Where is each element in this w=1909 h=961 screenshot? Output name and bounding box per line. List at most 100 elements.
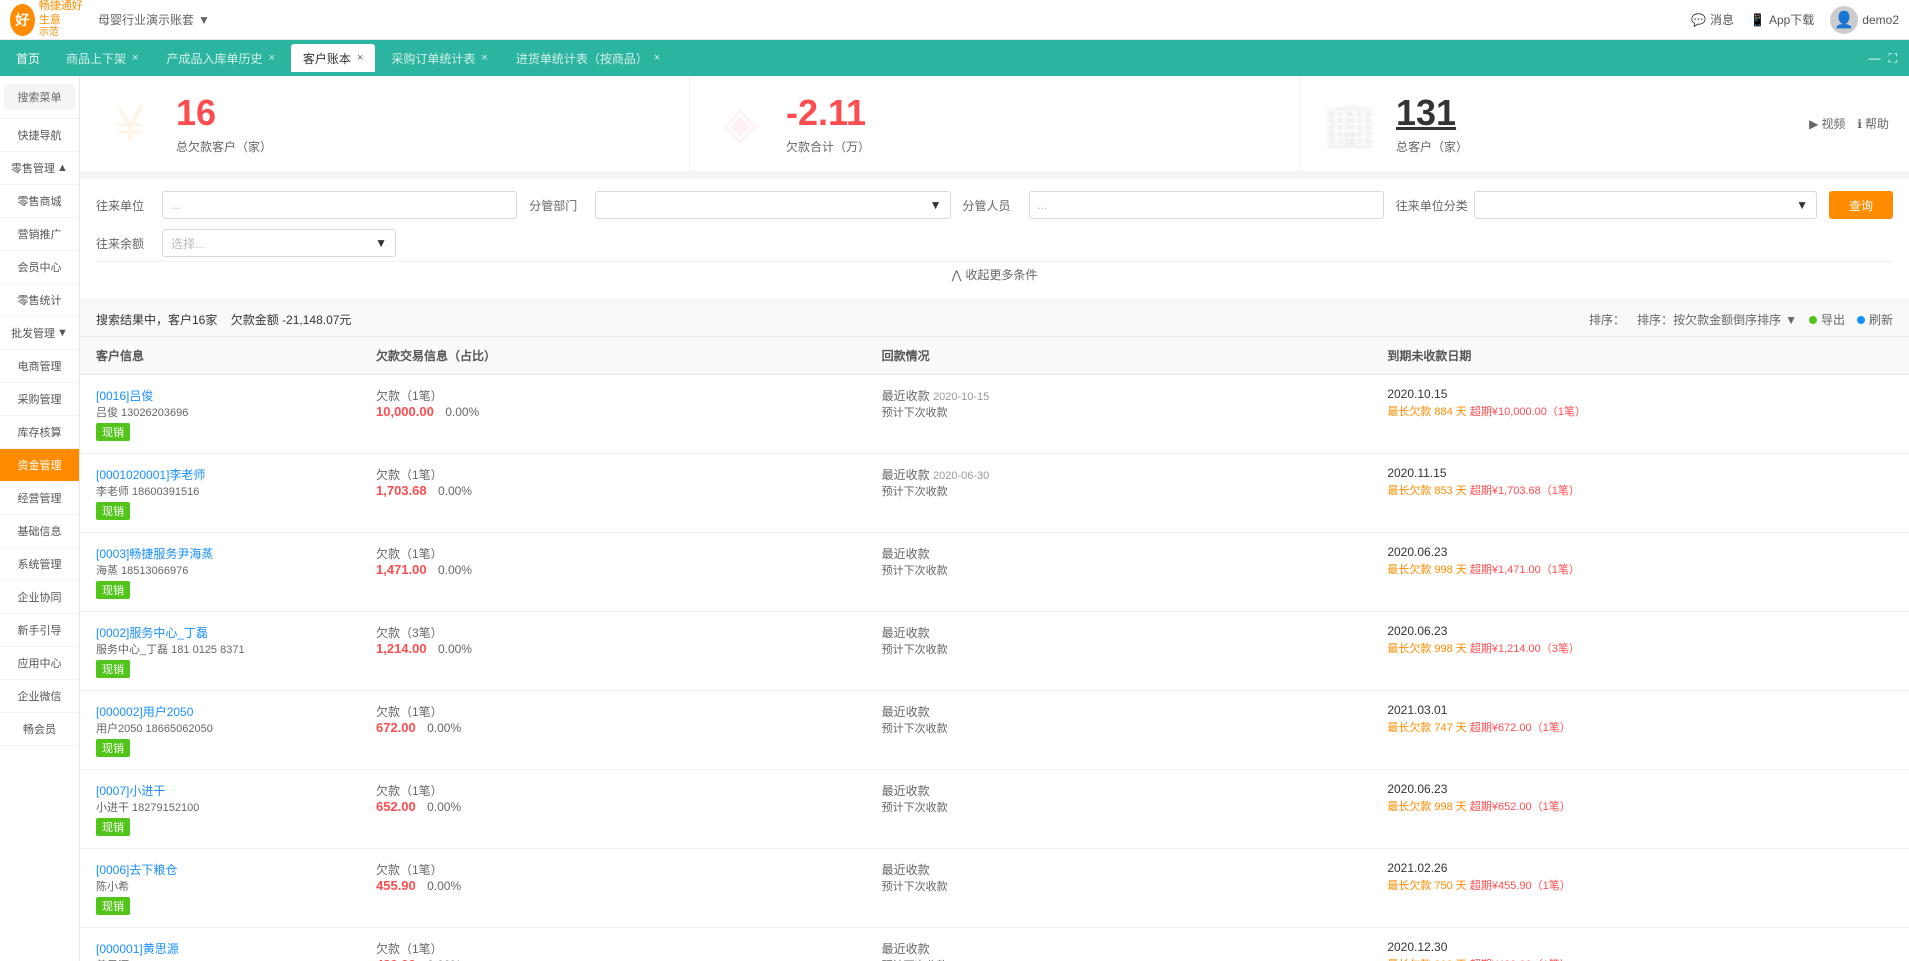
sidebar-item-member-center[interactable]: 会员中心 (0, 251, 79, 284)
sidebar-item-purchase-mgmt[interactable]: 采购管理 (0, 383, 79, 416)
export-btn[interactable]: 导出 (1809, 311, 1845, 328)
mobile-icon: 📱 (1750, 13, 1765, 27)
customer-name-1[interactable]: [0001020001]李老师 (96, 466, 376, 483)
user-menu[interactable]: 👤 demo2 (1830, 6, 1899, 34)
video-btn[interactable]: ▶ 视频 (1809, 115, 1845, 132)
help-icon: ℹ (1857, 117, 1862, 131)
overdue-link-0[interactable]: 超期¥10,000.00（1笔） (1470, 406, 1586, 418)
customer-name-0[interactable]: [0016]吕俊 (96, 387, 376, 404)
message-btn[interactable]: 💬 消息 (1691, 11, 1734, 28)
tab-close-3[interactable]: × (357, 52, 363, 64)
next-collect-3: 预计下次收款 (882, 641, 1388, 657)
overdue-link-5[interactable]: 超期¥652.00（1笔） (1470, 801, 1571, 813)
sidebar-search-area: 搜索菜单 (0, 76, 79, 119)
sidebar-item-retail-mgmt[interactable]: 零售管理 ▲ (0, 152, 79, 185)
tab-3-active[interactable]: 客户账本 × (291, 44, 375, 72)
debt-ratio-2: 0.00% (438, 563, 472, 577)
customer-name-5[interactable]: [0007]小进干 (96, 782, 376, 799)
tab-2[interactable]: 产成品入库单历史 × (154, 44, 286, 72)
system-selector[interactable]: 母婴行业演示账套 ▼ (98, 11, 210, 28)
help-btn[interactable]: ℹ 帮助 (1857, 115, 1889, 132)
sidebar-item-finance-mgmt[interactable]: 资金管理 (0, 449, 79, 482)
recent-collect-2: 最近收款 (882, 545, 1388, 562)
customer-name-6[interactable]: [0006]去下粮仓 (96, 861, 376, 878)
tab-bar-right: — ⛶ (1869, 51, 1905, 66)
tab-4[interactable]: 采购订单统计表 × (379, 44, 499, 72)
customer-tag-1: 现销 (96, 502, 130, 520)
overdue-days-7: 最长欠款 808 天 超期¥429.00（1笔） (1387, 956, 1893, 961)
sidebar-item-wholesale-mgmt[interactable]: 批发管理 ▼ (0, 317, 79, 350)
sidebar-item-beginner-guide[interactable]: 新手引导 (0, 614, 79, 647)
recent-collect-3: 最近收款 (882, 624, 1388, 641)
collapse-btn[interactable]: ⋀ 收起更多条件 (96, 261, 1893, 287)
overdue-link-6[interactable]: 超期¥455.90（1笔） (1470, 880, 1571, 892)
tab-home[interactable]: 首页 (4, 50, 52, 67)
overdue-days-0: 最长欠款 884 天 超期¥10,000.00（1笔） (1387, 403, 1893, 419)
debt-count-0: 欠款（1笔） (376, 387, 882, 404)
tab-close-5[interactable]: × (654, 52, 660, 64)
tab-expand-icon[interactable]: ⛶ (1889, 51, 1897, 66)
sidebar-item-enterprise-collab[interactable]: 企业协同 (0, 581, 79, 614)
customer-tag-3: 现销 (96, 660, 130, 678)
sidebar-item-system-mgmt[interactable]: 系统管理 (0, 548, 79, 581)
sidebar-item-quick-nav[interactable]: 快捷导航 (0, 119, 79, 152)
customer-name-7[interactable]: [000001]黄思源 (96, 940, 376, 957)
manager-input[interactable]: ... (1029, 191, 1384, 219)
results-info: 搜索结果中，客户16家 欠款金额 -21,148.07元 (96, 311, 351, 328)
tab-5[interactable]: 进货单统计表（按商品） × (504, 44, 672, 72)
filter-remain-label: 往来余额 (96, 235, 156, 252)
tab-close-2[interactable]: × (268, 52, 274, 64)
stat-info-1: 16 总欠款客户（家） (176, 92, 272, 155)
tab-close-1[interactable]: × (132, 52, 138, 64)
results-actions: 排序： 排序：按欠款金额倒序排序 ▼ 导出 刷新 (1589, 311, 1893, 328)
debt-count-3: 欠款（3笔） (376, 624, 882, 641)
debt-count-4: 欠款（1笔） (376, 703, 882, 720)
overdue-4: 2021.03.01 最长欠款 747 天 超期¥672.00（1笔） (1387, 703, 1893, 757)
refresh-btn[interactable]: 刷新 (1857, 311, 1893, 328)
sidebar-item-ecom-mgmt[interactable]: 电商管理 (0, 350, 79, 383)
tab-close-4[interactable]: × (481, 52, 487, 64)
overdue-3: 2020.06.23 最长欠款 998 天 超期¥1,214.00（3笔） (1387, 624, 1893, 678)
sort-select[interactable]: 排序：按欠款金额倒序排序 ▼ (1637, 311, 1797, 328)
sidebar-item-app-center[interactable]: 应用中心 (0, 647, 79, 680)
debt-amount-0: 10,000.00 (376, 404, 434, 419)
sidebar-item-basic-info[interactable]: 基础信息 (0, 515, 79, 548)
sidebar-item-inventory-accounting[interactable]: 库存核算 (0, 416, 79, 449)
sidebar-item-operations[interactable]: 经营管理 (0, 482, 79, 515)
search-menu-btn[interactable]: 搜索菜单 (4, 84, 75, 110)
remain-select[interactable]: 选择... ▼ (162, 229, 396, 257)
dept-select[interactable]: ▼ (595, 191, 950, 219)
overdue-link-2[interactable]: 超期¥1,471.00（1笔） (1470, 564, 1580, 576)
overdue-days-6: 最长欠款 750 天 超期¥455.90（1笔） (1387, 877, 1893, 893)
sidebar-item-enterprise-wechat[interactable]: 企业微信 (0, 680, 79, 713)
sidebar-item-chang-member[interactable]: 畅会员 (0, 713, 79, 746)
chevron-down-icon: ▼ (1785, 313, 1797, 327)
repayment-0: 最近收款 2020-10-15 预计下次收款 (882, 387, 1388, 441)
debt-count-5: 欠款（1笔） (376, 782, 882, 799)
customer-name-2[interactable]: [0003]畅捷服务尹海蒸 (96, 545, 376, 562)
customer-name-3[interactable]: [0002]服务中心_丁磊 (96, 624, 376, 641)
sidebar-item-retail-stats[interactable]: 零售统计 (0, 284, 79, 317)
unit-cat-select[interactable]: ▼ (1474, 191, 1817, 219)
app-download-btn[interactable]: 📱 App下载 (1750, 11, 1814, 28)
overdue-link-4[interactable]: 超期¥672.00（1笔） (1470, 722, 1571, 734)
debt-amount-2: 1,471.00 (376, 562, 427, 577)
table-row: [000001]黄思源 黄思源 13552700226 现销 欠款（1笔） 42… (80, 928, 1909, 961)
customer-name-4[interactable]: [000002]用户2050 (96, 703, 376, 720)
overdue-link-1[interactable]: 超期¥1,703.68（1笔） (1470, 485, 1580, 497)
filter-row-1: 往来单位 ... 分管部门 ▼ 分管人员 ... (96, 191, 1893, 219)
sidebar-item-marketing[interactable]: 营销推广 (0, 218, 79, 251)
query-btn[interactable]: 查询 (1829, 191, 1893, 219)
customer-info-6: [0006]去下粮仓 陈小希 现销 (96, 861, 376, 915)
next-collect-6: 预计下次收款 (882, 878, 1388, 894)
overdue-date-5: 2020.06.23 (1387, 782, 1893, 796)
source-unit-input[interactable]: ... (162, 191, 517, 219)
tab-1[interactable]: 商品上下架 × (54, 44, 150, 72)
debt-ratio-6: 0.00% (427, 879, 461, 893)
tab-minimize-icon[interactable]: — (1869, 51, 1881, 65)
stat-number-2: -2.11 (786, 92, 870, 134)
sidebar-item-retail-mall[interactable]: 零售商城 (0, 185, 79, 218)
overdue-link-3[interactable]: 超期¥1,214.00（3笔） (1470, 643, 1580, 655)
stat-icon-yuan: ¥ (100, 94, 160, 154)
overdue-date-7: 2020.12.30 (1387, 940, 1893, 954)
